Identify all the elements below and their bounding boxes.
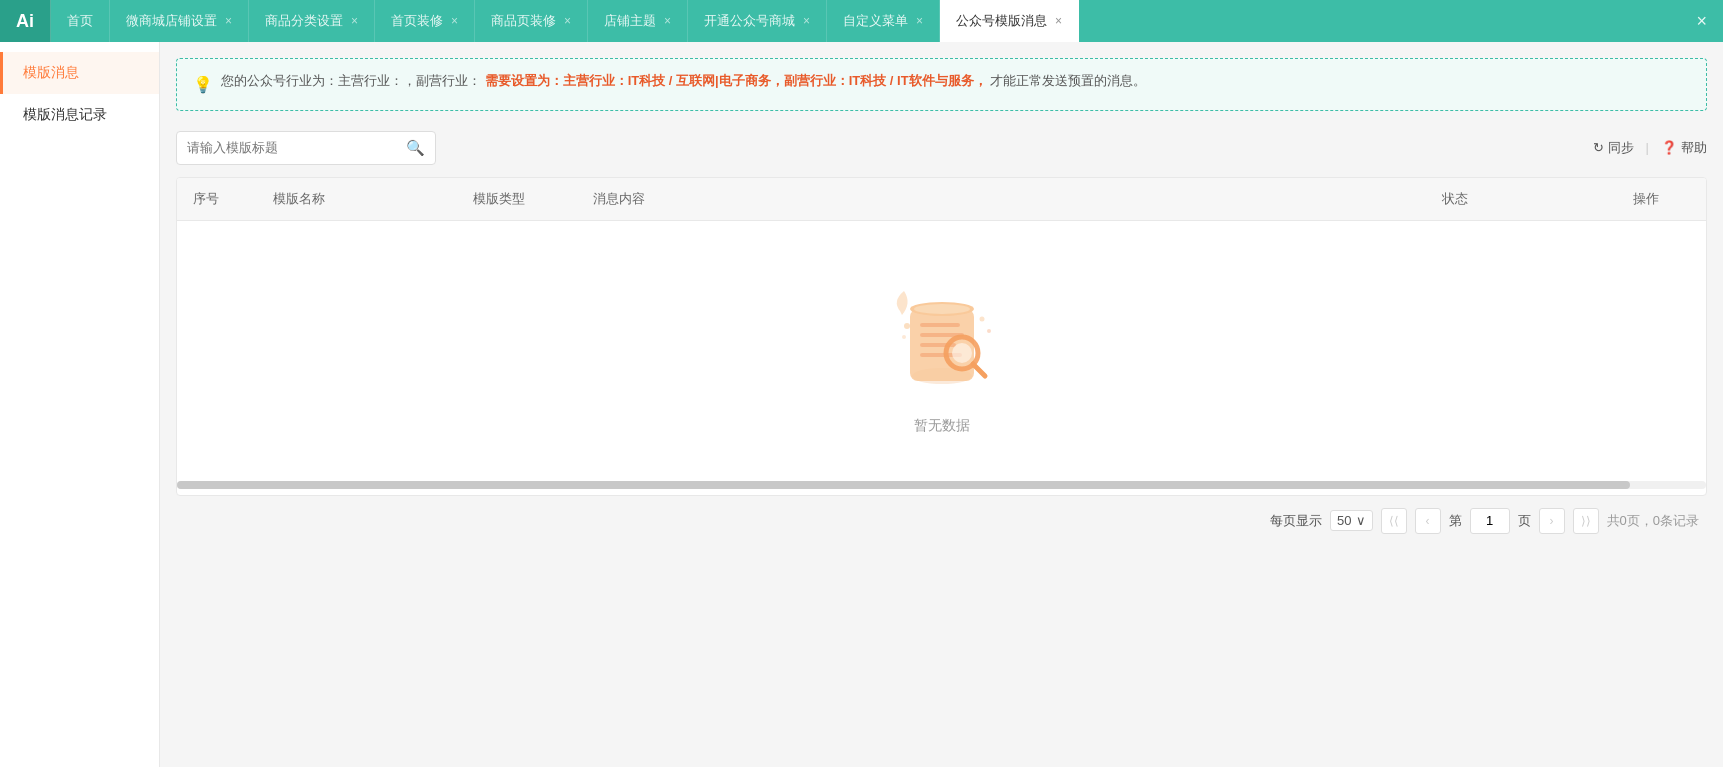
tab-shop-theme[interactable]: 店铺主题 × bbox=[588, 0, 688, 42]
page-size-label: 每页显示 bbox=[1270, 512, 1322, 530]
tab-template-msg[interactable]: 公众号模版消息 × bbox=[940, 0, 1079, 42]
empty-state: 暂无数据 bbox=[177, 221, 1706, 475]
empty-illustration bbox=[882, 281, 1002, 401]
close-tab-custom-menu[interactable]: × bbox=[916, 14, 923, 28]
notice-box: 💡 您的公众号行业为：主营行业：，副营行业： 需要设置为：主营行业：IT科技 /… bbox=[176, 58, 1707, 111]
content-area: 💡 您的公众号行业为：主营行业：，副营行业： 需要设置为：主营行业：IT科技 /… bbox=[160, 42, 1723, 767]
help-button[interactable]: ❓ 帮助 bbox=[1661, 139, 1707, 157]
search-icon[interactable]: 🔍 bbox=[406, 139, 425, 157]
pagination: 每页显示 50 ∨ ⟨⟨ ‹ 第 页 › ⟩⟩ 共0页，0条记录 bbox=[176, 496, 1707, 538]
page-number-input[interactable] bbox=[1470, 508, 1510, 534]
search-bar: 🔍 ↻ 同步 | ❓ 帮助 bbox=[176, 131, 1707, 165]
sidebar-item-template-msg[interactable]: 模版消息 bbox=[0, 52, 159, 94]
col-action: 操作 bbox=[1586, 178, 1706, 220]
svg-point-12 bbox=[902, 335, 906, 339]
tab-custom-menu[interactable]: 自定义菜单 × bbox=[827, 0, 940, 42]
tab-shop-settings[interactable]: 微商城店铺设置 × bbox=[110, 0, 249, 42]
sidebar-item-template-msg-log[interactable]: 模版消息记录 bbox=[0, 94, 159, 136]
close-all-tabs[interactable]: × bbox=[1680, 11, 1723, 32]
last-page-button[interactable]: ⟩⟩ bbox=[1573, 508, 1599, 534]
sync-icon: ↻ bbox=[1593, 140, 1604, 155]
tab-product-decor[interactable]: 商品页装修 × bbox=[475, 0, 588, 42]
tab-open-mall[interactable]: 开通公众号商城 × bbox=[688, 0, 827, 42]
app-logo: Ai bbox=[0, 0, 51, 42]
search-input[interactable] bbox=[187, 140, 406, 155]
close-tab-shop-settings[interactable]: × bbox=[225, 14, 232, 28]
help-icon: ❓ bbox=[1661, 140, 1677, 155]
col-type: 模版类型 bbox=[457, 178, 577, 220]
notice-text-after: 才能正常发送预置的消息。 bbox=[990, 73, 1146, 88]
search-actions: ↻ 同步 | ❓ 帮助 bbox=[1593, 139, 1707, 157]
main-layout: 模版消息 模版消息记录 💡 您的公众号行业为：主营行业：，副营行业： 需要设置为… bbox=[0, 42, 1723, 767]
chevron-down-icon: ∨ bbox=[1356, 513, 1366, 528]
tab-category-settings[interactable]: 商品分类设置 × bbox=[249, 0, 375, 42]
close-tab-product-decor[interactable]: × bbox=[564, 14, 571, 28]
page-unit-label: 页 bbox=[1518, 512, 1531, 530]
tab-home[interactable]: 首页 bbox=[51, 0, 110, 42]
divider: | bbox=[1646, 140, 1649, 155]
col-seq: 序号 bbox=[177, 178, 257, 220]
col-status: 状态 bbox=[1426, 178, 1586, 220]
col-content: 消息内容 bbox=[577, 178, 1426, 220]
empty-text: 暂无数据 bbox=[914, 417, 970, 435]
first-page-button[interactable]: ⟨⟨ bbox=[1381, 508, 1407, 534]
table-wrap: 序号 模版名称 模版类型 消息内容 状态 操作 bbox=[176, 177, 1707, 496]
notice-text-before: 您的公众号行业为：主营行业：，副营行业： bbox=[221, 73, 481, 88]
next-page-button[interactable]: › bbox=[1539, 508, 1565, 534]
svg-point-13 bbox=[979, 316, 984, 321]
scroll-thumb[interactable] bbox=[177, 481, 1630, 489]
notice-highlight: 需要设置为：主营行业：IT科技 / 互联网|电子商务，副营行业：IT科技 / I… bbox=[485, 73, 987, 88]
close-tab-template-msg[interactable]: × bbox=[1055, 14, 1062, 28]
page-total-text: 共0页，0条记录 bbox=[1607, 512, 1699, 530]
notice-icon: 💡 bbox=[193, 72, 213, 98]
page-label-di: 第 bbox=[1449, 512, 1462, 530]
scroll-track[interactable] bbox=[177, 481, 1706, 489]
tab-bar: Ai 首页 微商城店铺设置 × 商品分类设置 × 首页装修 × 商品页装修 × … bbox=[0, 0, 1723, 42]
close-tab-home-decor[interactable]: × bbox=[451, 14, 458, 28]
close-tab-shop-theme[interactable]: × bbox=[664, 14, 671, 28]
page-size-select[interactable]: 50 ∨ bbox=[1330, 510, 1372, 531]
prev-page-button[interactable]: ‹ bbox=[1415, 508, 1441, 534]
svg-line-10 bbox=[973, 364, 985, 376]
svg-point-14 bbox=[987, 329, 991, 333]
table-header: 序号 模版名称 模版类型 消息内容 状态 操作 bbox=[177, 178, 1706, 221]
svg-rect-2 bbox=[920, 323, 960, 327]
col-name: 模版名称 bbox=[257, 178, 457, 220]
search-input-wrap: 🔍 bbox=[176, 131, 436, 165]
svg-point-9 bbox=[952, 343, 972, 363]
close-tab-open-mall[interactable]: × bbox=[803, 14, 810, 28]
svg-point-7 bbox=[914, 304, 970, 314]
tab-home-decor[interactable]: 首页装修 × bbox=[375, 0, 475, 42]
page-size-value: 50 bbox=[1337, 513, 1351, 528]
close-tab-category-settings[interactable]: × bbox=[351, 14, 358, 28]
sidebar: 模版消息 模版消息记录 bbox=[0, 42, 160, 767]
sync-button[interactable]: ↻ 同步 bbox=[1593, 139, 1634, 157]
svg-point-11 bbox=[904, 323, 910, 329]
